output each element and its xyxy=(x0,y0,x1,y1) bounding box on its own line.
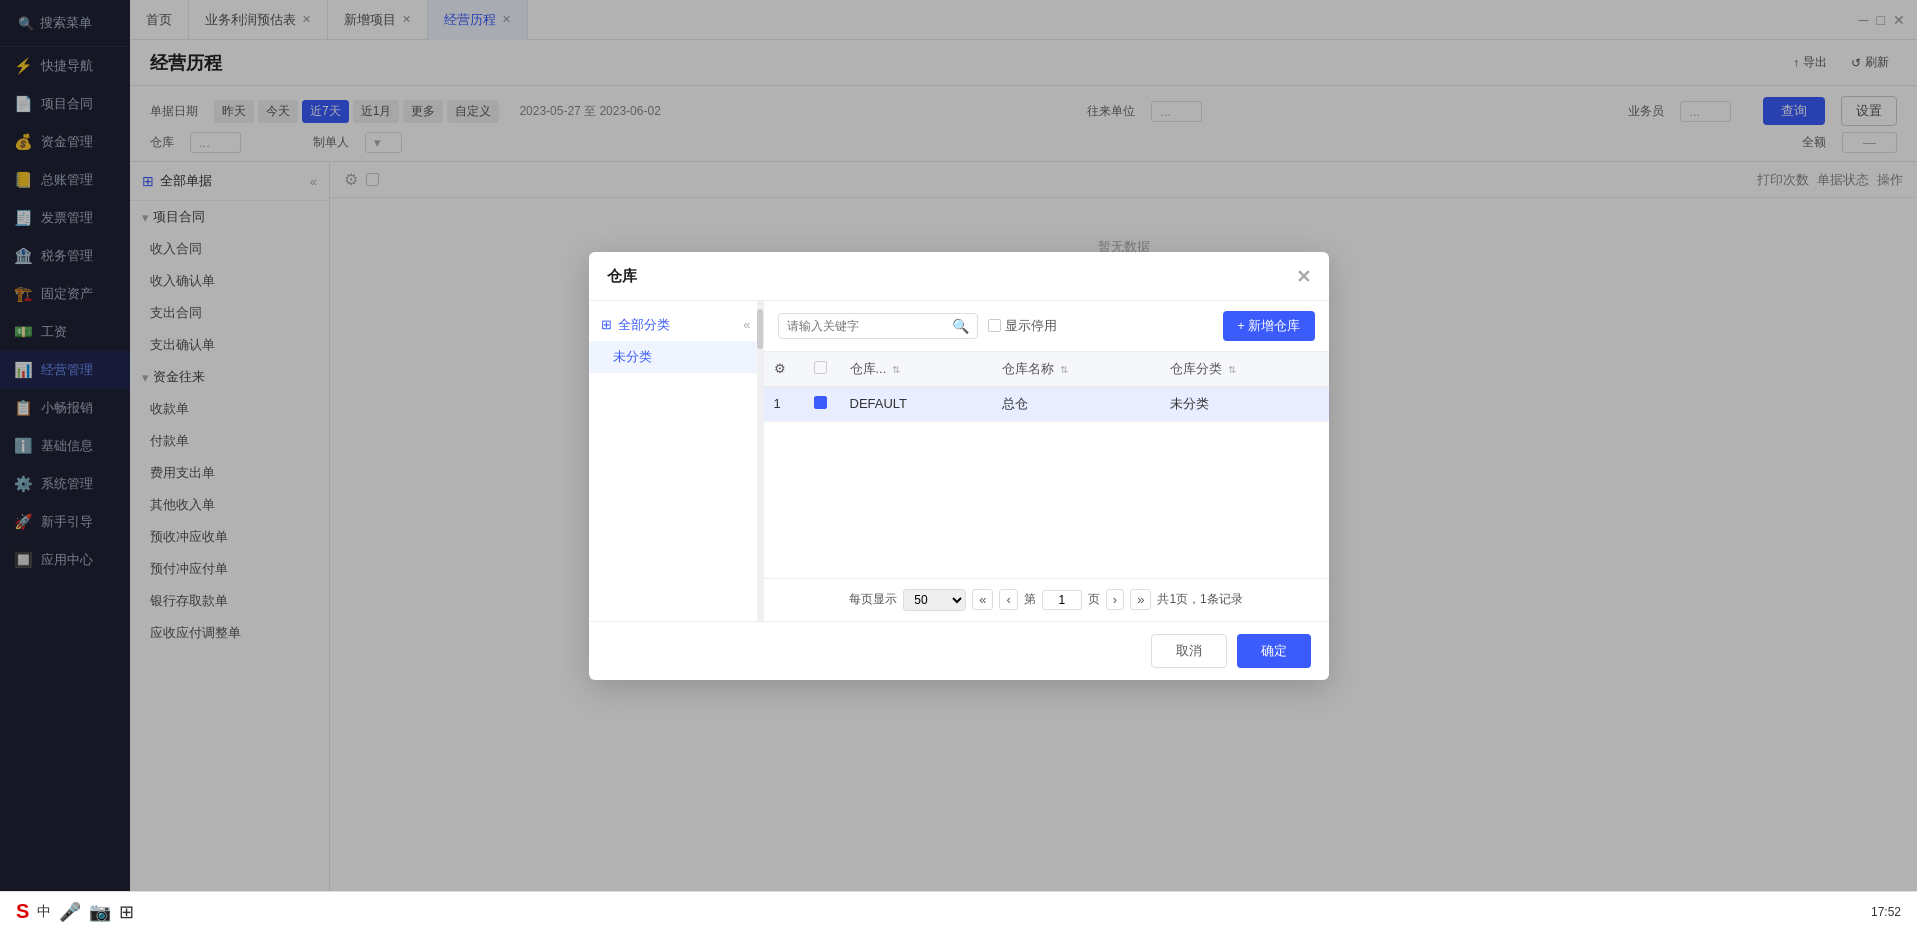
table-row[interactable]: 1 DEFAULT 总仓 未分类 xyxy=(764,386,1329,421)
tree-scrollbar-thumb xyxy=(757,309,763,349)
modal-overlay: 仓库 ✕ ⊞ 全部分类 « 未分类 xyxy=(0,0,1917,931)
prev-page-btn[interactable]: ‹ xyxy=(999,589,1017,610)
row-checkbox[interactable] xyxy=(804,386,840,421)
show-disabled-label: 显示停用 xyxy=(1005,317,1057,335)
taskbar-icon-chinese[interactable]: 中 xyxy=(37,903,51,921)
th-category: 仓库分类 ⇅ xyxy=(1160,352,1328,387)
modal-total: 共1页，1条记录 xyxy=(1157,591,1242,608)
th-checkbox xyxy=(804,352,840,387)
row-name: 总仓 xyxy=(992,386,1160,421)
grid-icon: ⊞ xyxy=(601,317,612,332)
th-code: 仓库... ⇅ xyxy=(840,352,992,387)
taskbar: S 中 🎤 📷 ⊞ 17:52 xyxy=(0,891,1917,931)
modal-tree-all-label: 全部分类 xyxy=(618,316,670,334)
show-disabled-checkbox[interactable]: 显示停用 xyxy=(988,317,1057,335)
row-code: DEFAULT xyxy=(840,386,992,421)
search-icon: 🔍 xyxy=(952,318,969,334)
th-name: 仓库名称 ⇅ xyxy=(992,352,1160,387)
taskbar-icons: S 中 🎤 📷 ⊞ xyxy=(16,900,134,923)
warehouse-search-input[interactable] xyxy=(787,319,952,333)
page-calc-label: 第 xyxy=(1024,591,1036,608)
confirm-button[interactable]: 确定 xyxy=(1237,634,1311,668)
next-page-btn[interactable]: › xyxy=(1106,589,1124,610)
row-id: 1 xyxy=(764,386,804,421)
taskbar-icon-grid[interactable]: ⊞ xyxy=(119,901,134,923)
modal-close-button[interactable]: ✕ xyxy=(1296,266,1311,288)
per-page-label: 每页显示 xyxy=(849,591,897,608)
modal-tree-collapse-icon[interactable]: « xyxy=(743,317,750,332)
sort-icon: ⇅ xyxy=(1060,364,1068,375)
row-category: 未分类 xyxy=(1160,386,1328,421)
taskbar-time: 17:52 xyxy=(1871,905,1901,919)
modal-title: 仓库 xyxy=(607,267,637,286)
modal-header: 仓库 ✕ xyxy=(589,252,1329,301)
modal-tree-panel: ⊞ 全部分类 « 未分类 xyxy=(589,301,764,621)
modal-page-input[interactable] xyxy=(1042,590,1082,610)
modal-toolbar: 🔍 显示停用 + 新增仓库 xyxy=(764,301,1329,352)
th-settings: ⚙ xyxy=(764,352,804,387)
taskbar-icon-s[interactable]: S xyxy=(16,900,29,923)
modal-body: ⊞ 全部分类 « 未分类 🔍 xyxy=(589,301,1329,621)
sort-icon: ⇅ xyxy=(892,364,900,375)
col-settings-icon[interactable]: ⚙ xyxy=(774,361,786,376)
modal-table-wrap: ⚙ 仓库... ⇅ 仓库名称 xyxy=(764,352,1329,578)
first-page-btn[interactable]: « xyxy=(972,589,993,610)
tree-scrollbar-track xyxy=(757,301,763,621)
cancel-button[interactable]: 取消 xyxy=(1151,634,1227,668)
modal-footer: 取消 确定 xyxy=(589,621,1329,680)
warehouse-search-box[interactable]: 🔍 xyxy=(778,313,978,339)
row-select-checkbox[interactable] xyxy=(814,396,827,409)
modal-pagination: 每页显示 50 100 « ‹ 第 页 › » 共1页，1条记录 xyxy=(764,578,1329,621)
taskbar-icon-camera[interactable]: 📷 xyxy=(89,901,111,923)
disabled-checkbox[interactable] xyxy=(988,319,1001,332)
modal-tree-all[interactable]: ⊞ 全部分类 « xyxy=(589,309,763,341)
modal-content: 🔍 显示停用 + 新增仓库 ⚙ xyxy=(764,301,1329,621)
page-label: 页 xyxy=(1088,591,1100,608)
modal-tree-item-uncategorized[interactable]: 未分类 xyxy=(589,341,763,373)
sort-icon: ⇅ xyxy=(1228,364,1236,375)
select-all-checkbox[interactable] xyxy=(814,361,827,374)
warehouse-modal: 仓库 ✕ ⊞ 全部分类 « 未分类 xyxy=(589,252,1329,680)
warehouse-table: ⚙ 仓库... ⇅ 仓库名称 xyxy=(764,352,1329,422)
last-page-btn[interactable]: » xyxy=(1130,589,1151,610)
add-warehouse-button[interactable]: + 新增仓库 xyxy=(1223,311,1314,341)
taskbar-icon-mic[interactable]: 🎤 xyxy=(59,901,81,923)
modal-page-size-select[interactable]: 50 100 xyxy=(903,589,966,611)
